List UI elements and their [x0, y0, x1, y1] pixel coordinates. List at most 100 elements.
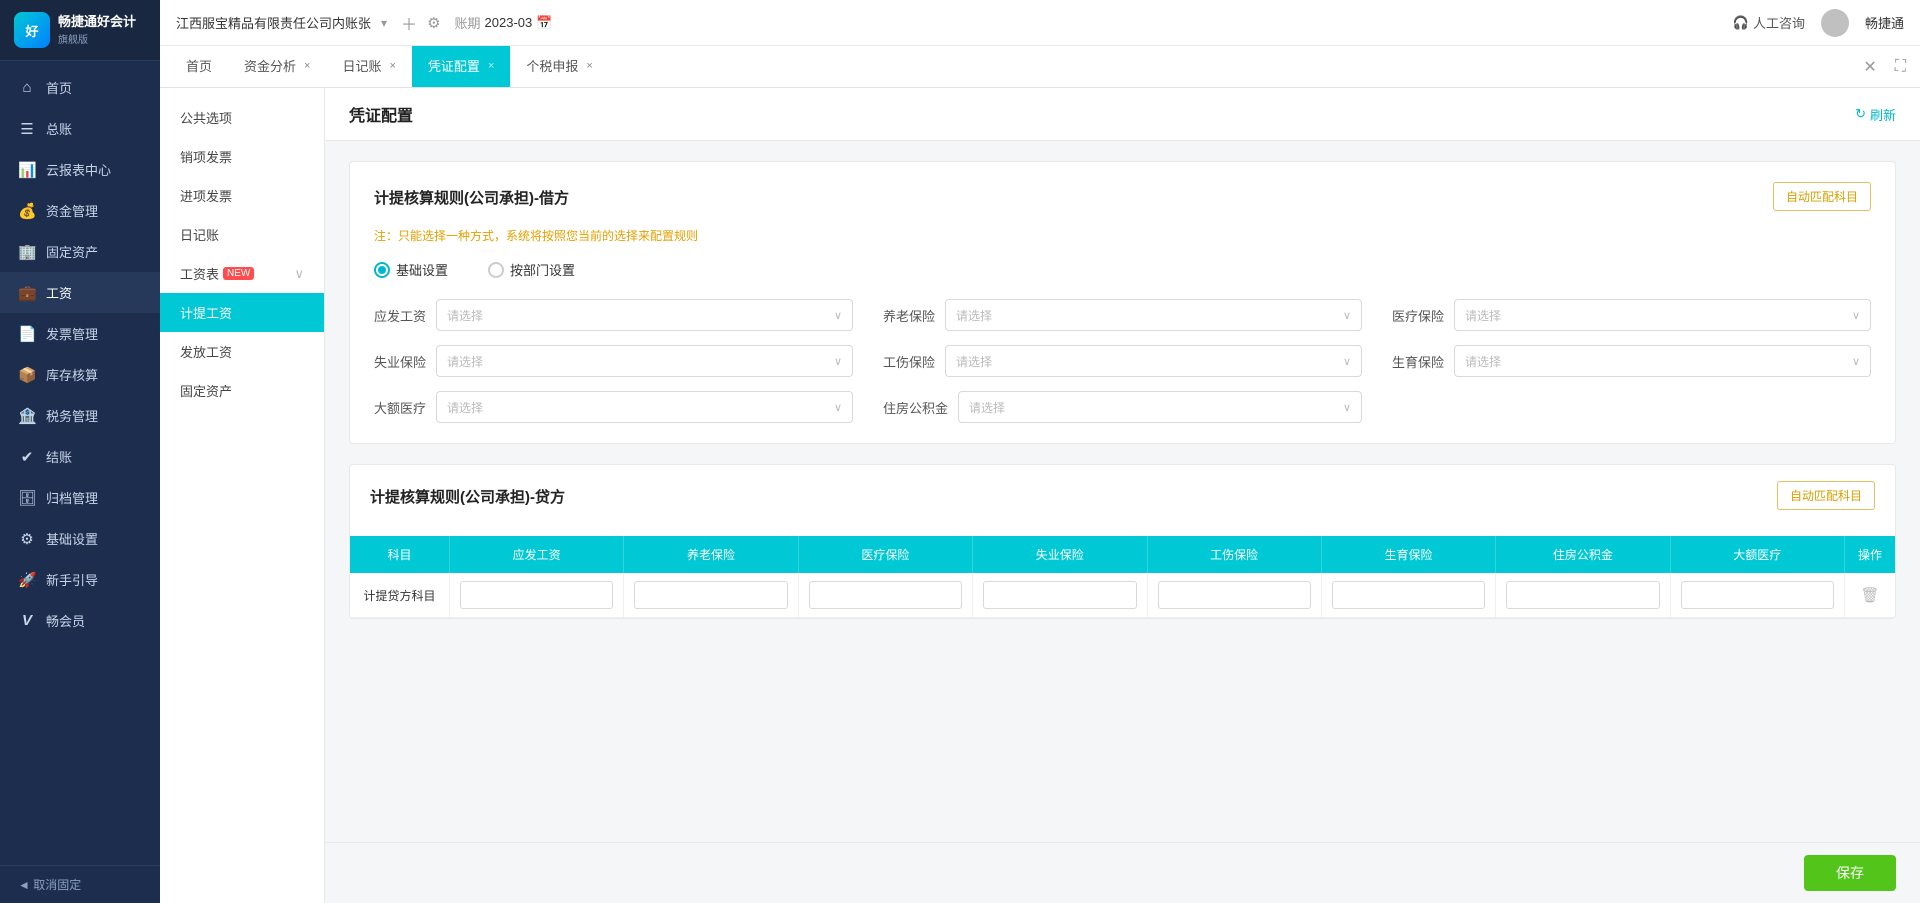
tab-home[interactable]: 首页 — [170, 46, 228, 87]
close-tab-icon[interactable]: ✕ — [1859, 53, 1880, 81]
sec-nav-salary-table[interactable]: 工资表 NEW ∨ — [160, 254, 324, 293]
tab-tax[interactable]: 个税申报 × — [510, 46, 608, 87]
sidebar-item-inventory[interactable]: 📦 库存核算 — [0, 354, 160, 395]
select-yanglao[interactable]: 请选择 ∨ — [945, 299, 1362, 331]
maximize-icon[interactable]: ⛶ — [1891, 54, 1910, 80]
select-yingfa[interactable]: 请选择 ∨ — [436, 299, 853, 331]
td-action[interactable]: 🗑 — [1845, 573, 1895, 617]
sec-nav-public[interactable]: 公共选项 — [160, 98, 324, 137]
th-yiliao: 医疗保险 — [799, 536, 973, 573]
input-daeyiliao[interactable] — [1681, 581, 1834, 609]
input-yiliao[interactable] — [809, 581, 962, 609]
salary-icon: 💼 — [18, 284, 36, 302]
select-shengyu[interactable]: 请选择 ∨ — [1454, 345, 1871, 377]
sidebar-item-salary[interactable]: 💼 工资 — [0, 272, 160, 313]
th-shengyu: 生育保险 — [1322, 536, 1496, 573]
radio-basic[interactable]: 基础设置 — [374, 260, 448, 279]
sidebar-label-funds: 资金管理 — [46, 201, 98, 220]
delete-row-icon[interactable]: 🗑 — [1860, 586, 1879, 604]
tab-journal[interactable]: 日记账 × — [326, 46, 411, 87]
select-gongjijin-arrow: ∨ — [1343, 401, 1351, 414]
sidebar-item-invoice[interactable]: 📄 发票管理 — [0, 313, 160, 354]
tab-funds[interactable]: 资金分析 × — [228, 46, 326, 87]
select-yiliao[interactable]: 请选择 ∨ — [1454, 299, 1871, 331]
sidebar-item-member[interactable]: V 畅会员 — [0, 600, 160, 641]
input-yanglao[interactable] — [634, 581, 787, 609]
sec-nav-journal-label: 日记账 — [180, 225, 219, 244]
select-shiye[interactable]: 请选择 ∨ — [436, 345, 853, 377]
input-gongjijin[interactable] — [1506, 581, 1659, 609]
archive-icon: 🗄 — [18, 489, 36, 507]
sidebar-label-archive: 归档管理 — [46, 488, 98, 507]
label-shiye: 失业保险 — [374, 352, 426, 371]
sidebar-item-home[interactable]: ⌂ 首页 — [0, 67, 160, 108]
auto-match-debit-button[interactable]: 自动匹配科目 — [1773, 182, 1871, 211]
calendar-icon[interactable]: 📅 — [536, 15, 552, 31]
tab-funds-close[interactable]: × — [304, 60, 310, 72]
sidebar-item-funds[interactable]: 💰 资金管理 — [0, 190, 160, 231]
inventory-icon: 📦 — [18, 366, 36, 384]
sidebar-item-tax[interactable]: 🏦 税务管理 — [0, 395, 160, 436]
td-shengyu[interactable] — [1322, 573, 1496, 617]
section-credit: 计提核算规则(公司承担)-贷方 自动匹配科目 科目 应发工资 养老保险 医疗保险… — [349, 464, 1896, 619]
company-dropdown-icon[interactable]: ▾ — [381, 16, 387, 30]
td-yingfa[interactable] — [450, 573, 624, 617]
sec-nav-salary-table-label: 工资表 — [180, 264, 219, 283]
debit-fields: 应发工资 请选择 ∨ 养老保险 请选择 ∨ — [374, 299, 1871, 423]
refresh-button[interactable]: ↻ 刷新 — [1855, 105, 1896, 124]
sidebar-label-salary: 工资 — [46, 283, 72, 302]
radio-dept[interactable]: 按部门设置 — [488, 260, 575, 279]
th-daeyiliao: 大额医疗 — [1671, 536, 1845, 573]
sidebar-label-assets: 固定资产 — [46, 242, 98, 261]
sec-nav-purchase[interactable]: 进项发票 — [160, 176, 324, 215]
select-gongshang[interactable]: 请选择 ∨ — [945, 345, 1362, 377]
sec-nav-journal[interactable]: 日记账 — [160, 215, 324, 254]
select-daeyiliao[interactable]: 请选择 ∨ — [436, 391, 853, 423]
td-yiliao[interactable] — [799, 573, 973, 617]
input-shiye[interactable] — [983, 581, 1136, 609]
sidebar-item-archive[interactable]: 🗄 归档管理 — [0, 477, 160, 518]
td-subject-label: 计提贷方科目 — [350, 573, 450, 617]
tab-tax-close[interactable]: × — [586, 60, 592, 72]
sidebar-label-reports: 云报表中心 — [46, 160, 111, 179]
sec-nav-fixed-assets[interactable]: 固定资产 — [160, 371, 324, 410]
settings-gear-icon[interactable]: ⚙ — [427, 14, 440, 32]
input-yingfa[interactable] — [460, 581, 613, 609]
add-company-icon[interactable]: ＋ — [401, 11, 417, 35]
input-gongshang[interactable] — [1158, 581, 1311, 609]
th-yingfa: 应发工资 — [450, 536, 624, 573]
auto-match-credit-button[interactable]: 自动匹配科目 — [1777, 481, 1875, 510]
sidebar-item-assets[interactable]: 🏢 固定资产 — [0, 231, 160, 272]
td-gongshang[interactable] — [1148, 573, 1322, 617]
sec-nav-sales[interactable]: 销项发票 — [160, 137, 324, 176]
label-yiliao: 医疗保险 — [1392, 306, 1444, 325]
period-selector: 账期 2023-03 📅 — [455, 13, 553, 32]
period-value[interactable]: 2023-03 — [485, 15, 533, 30]
member-icon: V — [18, 612, 36, 629]
td-shiye[interactable] — [973, 573, 1147, 617]
label-daeyiliao: 大额医疗 — [374, 398, 426, 417]
sidebar-item-ledger[interactable]: ☰ 总账 — [0, 108, 160, 149]
input-shengyu[interactable] — [1332, 581, 1485, 609]
save-button[interactable]: 保存 — [1804, 855, 1896, 891]
sidebar-toggle[interactable]: ◄ 取消固定 — [0, 865, 160, 903]
sidebar-item-settings[interactable]: ⚙ 基础设置 — [0, 518, 160, 559]
td-gongjijin[interactable] — [1496, 573, 1670, 617]
tab-journal-close[interactable]: × — [389, 60, 395, 72]
sec-nav-payroll[interactable]: 发放工资 — [160, 332, 324, 371]
td-yanglao[interactable] — [624, 573, 798, 617]
sec-nav-accrual[interactable]: 计提工资 — [160, 293, 324, 332]
label-yingfa: 应发工资 — [374, 306, 426, 325]
sidebar-item-guide[interactable]: 🚀 新手引导 — [0, 559, 160, 600]
tab-voucher-close[interactable]: × — [488, 60, 494, 72]
select-gongjijin[interactable]: 请选择 ∨ — [958, 391, 1362, 423]
expand-icon: ∨ — [294, 266, 304, 282]
service-button[interactable]: 🎧 人工咨询 — [1733, 13, 1805, 32]
td-daeyiliao[interactable] — [1671, 573, 1845, 617]
sidebar-item-closing[interactable]: ✔ 结账 — [0, 436, 160, 477]
sec-nav-accrual-label: 计提工资 — [180, 303, 232, 322]
field-shiye: 失业保险 请选择 ∨ — [374, 345, 853, 377]
sidebar-item-reports[interactable]: 📊 云报表中心 — [0, 149, 160, 190]
tab-voucher-label: 凭证配置 — [428, 56, 480, 75]
tab-voucher[interactable]: 凭证配置 × — [412, 46, 510, 87]
